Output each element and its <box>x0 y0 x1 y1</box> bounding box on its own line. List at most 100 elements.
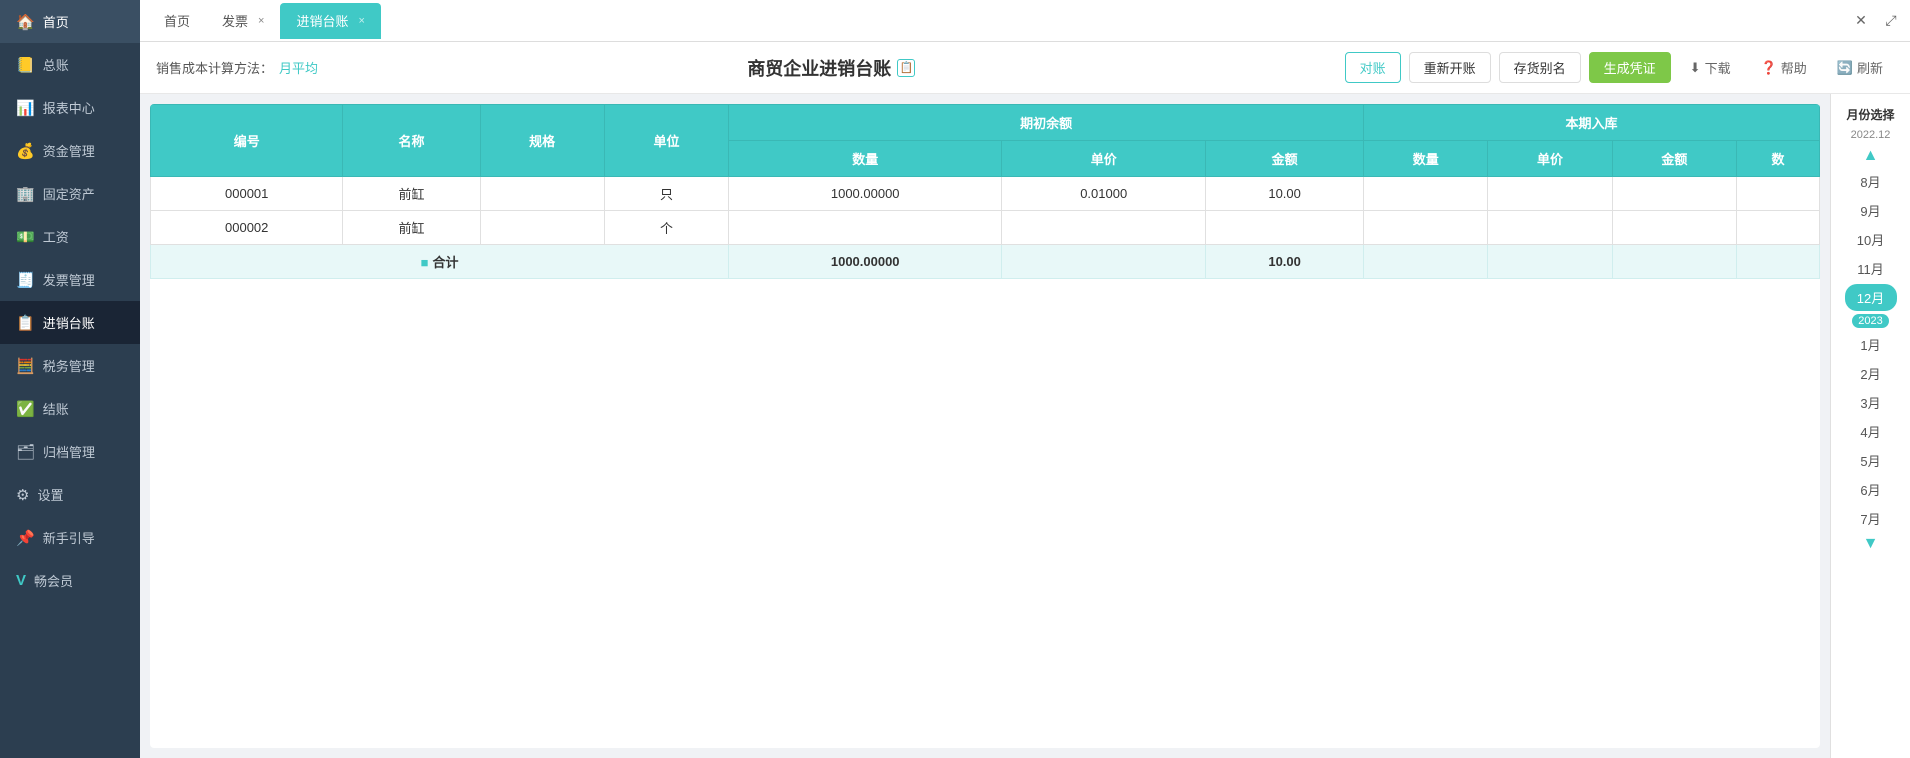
settings-icon: ⚙ <box>16 486 29 504</box>
total-label: ■合计 <box>151 245 729 279</box>
table-row: 000001 前缸 只 1000.00000 0.01000 10.00 <box>151 177 1820 211</box>
total-init-price <box>1002 245 1206 279</box>
col-init-price: 单价 <box>1002 141 1206 177</box>
month-panel-title: 月份选择 <box>1846 102 1894 127</box>
col-header-spec: 规格 <box>480 105 604 177</box>
main-panel: 编号 名称 规格 单位 期初余额 本期入库 数量 单价 金额 数量 <box>140 94 1830 758</box>
sidebar-item-label: 畅会员 <box>34 571 73 590</box>
month-item-8[interactable]: 8月 <box>1845 168 1897 195</box>
window-maximize-button[interactable]: ⤢ <box>1880 10 1902 32</box>
tab-purchase-sale[interactable]: 进销台账 × <box>280 3 380 39</box>
sidebar-item-label: 总账 <box>43 55 69 74</box>
month-item-11[interactable]: 11月 <box>1845 255 1897 282</box>
download-icon: ⬇ <box>1690 60 1701 76</box>
sidebar-item-label: 税务管理 <box>43 356 95 375</box>
cell-init-price: 0.01000 <box>1002 177 1206 211</box>
cell-init-qty: 1000.00000 <box>729 177 1002 211</box>
total-in-qty <box>1364 245 1488 279</box>
sidebar-item-label: 结账 <box>43 399 69 418</box>
sidebar-item-label: 发票管理 <box>43 270 95 289</box>
download-button[interactable]: ⬇ 下载 <box>1679 52 1742 83</box>
save-alias-button[interactable]: 存货别名 <box>1499 52 1581 83</box>
tab-invoice[interactable]: 发票 × <box>206 3 280 39</box>
month-item-2[interactable]: 2月 <box>1845 360 1897 387</box>
sidebar-item-guide[interactable]: 📌 新手引导 <box>0 516 140 559</box>
sidebar-item-archive[interactable]: 🗂 归档管理 <box>0 430 140 473</box>
cell-init-price <box>1002 211 1206 245</box>
archive-icon: 🗂 <box>16 443 35 461</box>
month-item-4[interactable]: 4月 <box>1845 418 1897 445</box>
month-item-12[interactable]: 12月 <box>1845 284 1897 311</box>
invoice-mgmt-icon: 🧾 <box>16 271 35 289</box>
sidebar-item-home[interactable]: 🏠 首页 <box>0 0 140 43</box>
tab-invoice-close[interactable]: × <box>258 15 264 27</box>
total-in-price <box>1488 245 1612 279</box>
col-in-price: 单价 <box>1488 141 1612 177</box>
total-init-amount: 10.00 <box>1206 245 1364 279</box>
sidebar-item-label: 固定资产 <box>43 184 95 203</box>
table-row: 000002 前缸 个 <box>151 211 1820 245</box>
funds-icon: 💰 <box>16 142 35 160</box>
month-item-9[interactable]: 9月 <box>1845 197 1897 224</box>
month-item-10[interactable]: 10月 <box>1845 226 1897 253</box>
col-header-unit: 单位 <box>604 105 728 177</box>
month-item-3[interactable]: 3月 <box>1845 389 1897 416</box>
month-next-button[interactable]: ▼ <box>1863 533 1879 555</box>
month-panel: 月份选择 2022.12 ▲ 8月 9月 10月 11月 12月 2023 1月… <box>1830 94 1910 758</box>
generate-voucher-button[interactable]: 生成凭证 <box>1589 52 1671 83</box>
sidebar-item-member[interactable]: V 畅会员 <box>0 559 140 602</box>
tab-purchase-sale-close[interactable]: × <box>358 15 364 27</box>
month-item-7[interactable]: 7月 <box>1845 505 1897 532</box>
refresh-button[interactable]: 🔄 刷新 <box>1826 52 1894 83</box>
toolbar-left: 销售成本计算方法： 月平均 <box>156 58 318 77</box>
salary-icon: 💵 <box>16 228 35 246</box>
total-init-qty: 1000.00000 <box>729 245 1002 279</box>
reports-icon: 📊 <box>16 99 35 117</box>
cell-in-extra <box>1737 211 1820 245</box>
sidebar-item-ledger[interactable]: 📒 总账 <box>0 43 140 86</box>
sidebar-item-tax[interactable]: 🧮 税务管理 <box>0 344 140 387</box>
total-in-extra <box>1737 245 1820 279</box>
cell-init-amount: 10.00 <box>1206 177 1364 211</box>
purchase-sale-icon: 📋 <box>16 314 35 332</box>
home-icon: 🏠 <box>16 13 35 31</box>
refresh-icon: 🔄 <box>1837 60 1853 76</box>
month-panel-year-2022: 2022.12 <box>1851 127 1891 145</box>
tab-home[interactable]: 首页 <box>148 3 206 39</box>
sidebar-item-label: 新手引导 <box>43 528 95 547</box>
month-item-1[interactable]: 1月 <box>1845 331 1897 358</box>
month-prev-button[interactable]: ▲ <box>1863 145 1879 167</box>
reconcile-button[interactable]: 对账 <box>1345 52 1401 83</box>
col-in-qty: 数量 <box>1364 141 1488 177</box>
col-init-qty: 数量 <box>729 141 1002 177</box>
sidebar-item-funds[interactable]: 💰 资金管理 <box>0 129 140 172</box>
month-item-6[interactable]: 6月 <box>1845 476 1897 503</box>
col-in-extra: 数 <box>1737 141 1820 177</box>
guide-icon: 📌 <box>16 529 35 547</box>
toolbar: 销售成本计算方法： 月平均 商贸企业进销台账 📋 对账 重新开账 存货别名 生成… <box>140 42 1910 94</box>
cell-id: 000001 <box>151 177 343 211</box>
sales-method-label: 销售成本计算方法： <box>156 58 273 77</box>
sidebar-item-label: 进销台账 <box>43 313 95 332</box>
content-area: 编号 名称 规格 单位 期初余额 本期入库 数量 单价 金额 数量 <box>140 94 1910 758</box>
sidebar-item-label: 归档管理 <box>43 442 95 461</box>
sidebar-item-reports[interactable]: 📊 报表中心 <box>0 86 140 129</box>
sidebar-item-invoice-mgmt[interactable]: 🧾 发票管理 <box>0 258 140 301</box>
info-icon[interactable]: 📋 <box>897 59 915 77</box>
sidebar-item-checkout[interactable]: ✅ 结账 <box>0 387 140 430</box>
tax-icon: 🧮 <box>16 357 35 375</box>
sales-method-value: 月平均 <box>279 58 318 77</box>
sidebar-item-settings[interactable]: ⚙ 设置 <box>0 473 140 516</box>
sidebar-item-salary[interactable]: 💵 工资 <box>0 215 140 258</box>
sidebar-item-purchase-sale[interactable]: 📋 进销台账 <box>0 301 140 344</box>
help-button[interactable]: ❓ 帮助 <box>1750 52 1818 83</box>
sidebar-item-assets[interactable]: 🏢 固定资产 <box>0 172 140 215</box>
col-header-name: 名称 <box>343 105 480 177</box>
month-item-5[interactable]: 5月 <box>1845 447 1897 474</box>
cell-init-amount <box>1206 211 1364 245</box>
reopen-button[interactable]: 重新开账 <box>1409 52 1491 83</box>
window-close-button[interactable]: ✕ <box>1850 10 1872 32</box>
checkout-icon: ✅ <box>16 400 35 418</box>
toolbar-center: 商贸企业进销台账 📋 <box>318 55 1345 81</box>
cell-unit: 个 <box>604 211 728 245</box>
